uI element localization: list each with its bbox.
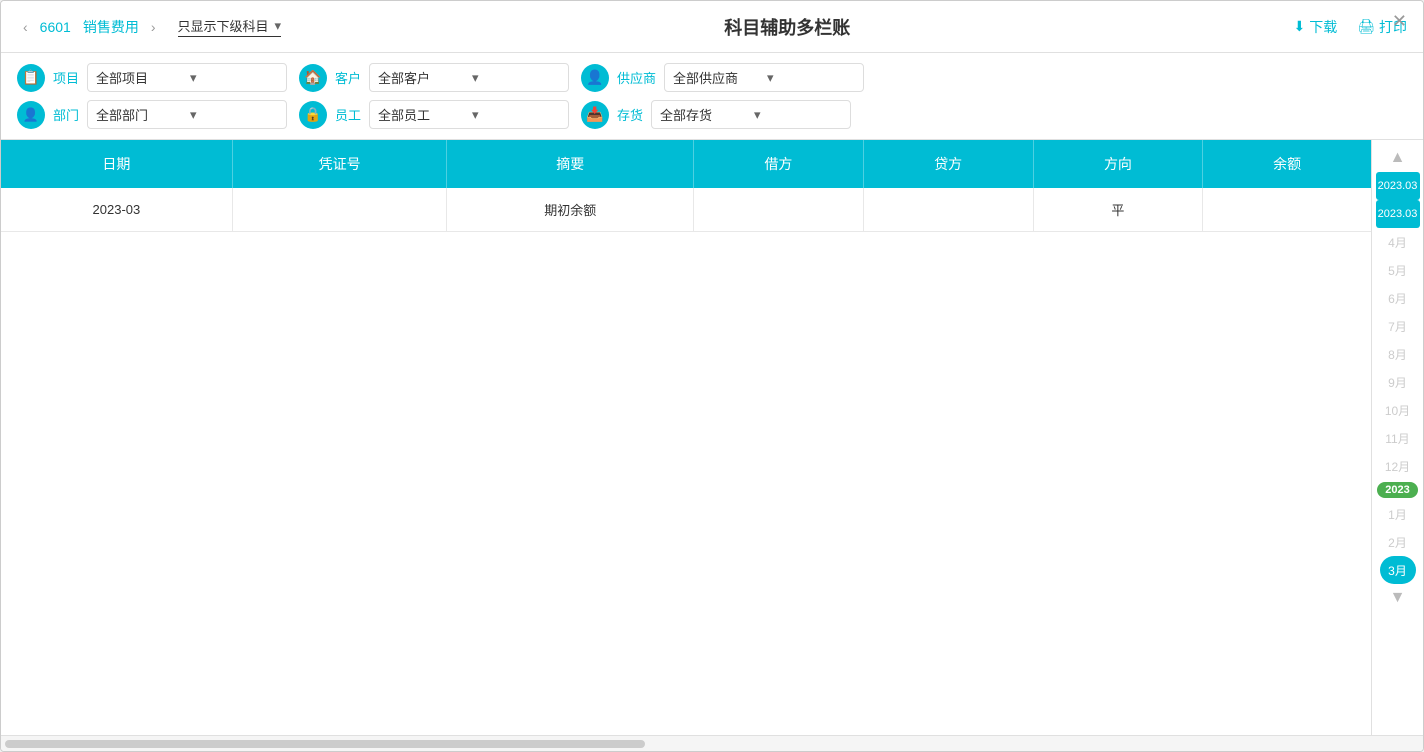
filter-area: 📋 项目 全部项目 ▾ 🏠 客户 全部客户 ▾ 👤 供应商 [1,53,1423,140]
cell-credit [863,188,1033,232]
filter-project: 📋 项目 全部项目 ▾ [17,63,287,92]
cell-balance [1203,188,1371,232]
scroll-thumb[interactable] [5,740,645,748]
cell-summary: 期初余额 [447,188,694,232]
department-icon: 👤 [17,101,45,129]
customer-chevron-icon: ▾ [472,70,560,86]
project-select[interactable]: 全部项目 ▾ [87,63,287,92]
main-window: ‹ 6601 销售费用 › 只显示下级科目 ▾ 科目辅助多栏账 ⬇ 下载 🖨 打… [0,0,1424,752]
cell-date: 2023-03 [1,188,232,232]
table-area: 日期 凭证号 摘要 借方 贷方 方向 余额 2023-03 期初余额 [1,140,1371,735]
sidebar-month-5[interactable]: 5月 [1376,256,1420,284]
page-title: 科目辅助多栏账 [281,14,1293,40]
employee-chevron-icon: ▾ [472,107,560,123]
main-content: 日期 凭证号 摘要 借方 贷方 方向 余额 2023-03 期初余额 [1,140,1423,735]
filter-row-2: 👤 部门 全部部门 ▾ 🔒 员工 全部员工 ▾ 📥 存货 [17,100,1407,129]
filter-department: 👤 部门 全部部门 ▾ [17,100,287,129]
sidebar-nav-down[interactable]: ▼ [1380,584,1416,612]
customer-label: 客户 [335,68,361,87]
customer-icon: 🏠 [299,64,327,92]
right-sidebar: ▲ 2023.03 2023.03 4月 5月 6月 7月 8月 9月 10月 … [1371,140,1423,735]
inventory-chevron-icon: ▾ [754,107,842,123]
horizontal-scrollbar[interactable] [1,735,1423,751]
col-debit: 借方 [694,140,864,188]
inventory-label: 存货 [617,105,643,124]
cell-direction: 平 [1033,188,1203,232]
cell-voucher [232,188,447,232]
project-value: 全部项目 [96,68,184,87]
print-icon: 🖨 [1357,18,1375,35]
download-label: 下载 [1309,17,1337,37]
project-chevron-icon: ▾ [190,70,278,86]
sidebar-month-2[interactable]: 2月 [1376,528,1420,556]
col-date: 日期 [1,140,232,188]
sidebar-month-2023-03-top[interactable]: 2023.03 [1376,172,1420,200]
col-direction: 方向 [1033,140,1203,188]
employee-select[interactable]: 全部员工 ▾ [369,100,569,129]
download-button[interactable]: ⬇ 下载 [1293,17,1337,37]
supplier-value: 全部供应商 [673,68,761,87]
col-credit: 贷方 [863,140,1033,188]
sidebar-month-2023-03-sub[interactable]: 2023.03 [1376,200,1420,228]
sidebar-month-3-current[interactable]: 3月 [1380,556,1416,584]
nav-next-button[interactable]: › [145,17,162,37]
sidebar-month-11[interactable]: 11月 [1376,424,1420,452]
sidebar-month-9[interactable]: 9月 [1376,368,1420,396]
cell-debit [694,188,864,232]
sidebar-month-10[interactable]: 10月 [1376,396,1420,424]
filter-inventory: 📥 存货 全部存货 ▾ [581,100,851,129]
sidebar-year-badge: 2023 [1377,482,1417,498]
supplier-icon: 👤 [581,64,609,92]
inventory-value: 全部存货 [660,105,748,124]
employee-icon: 🔒 [299,101,327,129]
employee-label: 员工 [335,105,361,124]
sidebar-month-1[interactable]: 1月 [1376,500,1420,528]
filter-customer: 🏠 客户 全部客户 ▾ [299,63,569,92]
sidebar-month-8[interactable]: 8月 [1376,340,1420,368]
project-icon: 📋 [17,64,45,92]
table-header-row: 日期 凭证号 摘要 借方 贷方 方向 余额 [1,140,1371,188]
sidebar-nav-up[interactable]: ▲ [1380,144,1416,172]
department-chevron-icon: ▾ [190,107,278,123]
filter-row-1: 📋 项目 全部项目 ▾ 🏠 客户 全部客户 ▾ 👤 供应商 [17,63,1407,92]
department-value: 全部部门 [96,105,184,124]
account-name: 销售费用 [83,17,139,37]
sidebar-month-12[interactable]: 12月 [1376,452,1420,480]
sidebar-month-6[interactable]: 6月 [1376,284,1420,312]
customer-select[interactable]: 全部客户 ▾ [369,63,569,92]
sidebar-month-4[interactable]: 4月 [1376,228,1420,256]
employee-value: 全部员工 [378,105,466,124]
col-balance: 余额 [1203,140,1371,188]
top-actions: ⬇ 下载 🖨 打印 [1293,17,1407,37]
nav-prev-button[interactable]: ‹ [17,17,34,37]
account-code: 6601 [40,19,71,35]
data-table: 日期 凭证号 摘要 借方 贷方 方向 余额 2023-03 期初余额 [1,140,1371,232]
inventory-select[interactable]: 全部存货 ▾ [651,100,851,129]
inventory-icon: 📥 [581,101,609,129]
table-row: 2023-03 期初余额 平 [1,188,1371,232]
download-icon: ⬇ [1293,18,1305,35]
filter-employee: 🔒 员工 全部员工 ▾ [299,100,569,129]
show-sub-toggle[interactable]: 只显示下级科目 ▾ [178,16,282,37]
top-bar: ‹ 6601 销售费用 › 只显示下级科目 ▾ 科目辅助多栏账 ⬇ 下载 🖨 打… [1,1,1423,53]
filter-supplier: 👤 供应商 全部供应商 ▾ [581,63,864,92]
supplier-select[interactable]: 全部供应商 ▾ [664,63,864,92]
show-sub-label: 只显示下级科目 [178,16,269,35]
supplier-chevron-icon: ▾ [767,70,855,86]
close-button[interactable]: ✕ [1392,11,1407,32]
col-voucher: 凭证号 [232,140,447,188]
customer-value: 全部客户 [378,68,466,87]
project-label: 项目 [53,68,79,87]
department-label: 部门 [53,105,79,124]
department-select[interactable]: 全部部门 ▾ [87,100,287,129]
sidebar-month-7[interactable]: 7月 [1376,312,1420,340]
col-summary: 摘要 [447,140,694,188]
supplier-label: 供应商 [617,68,656,87]
